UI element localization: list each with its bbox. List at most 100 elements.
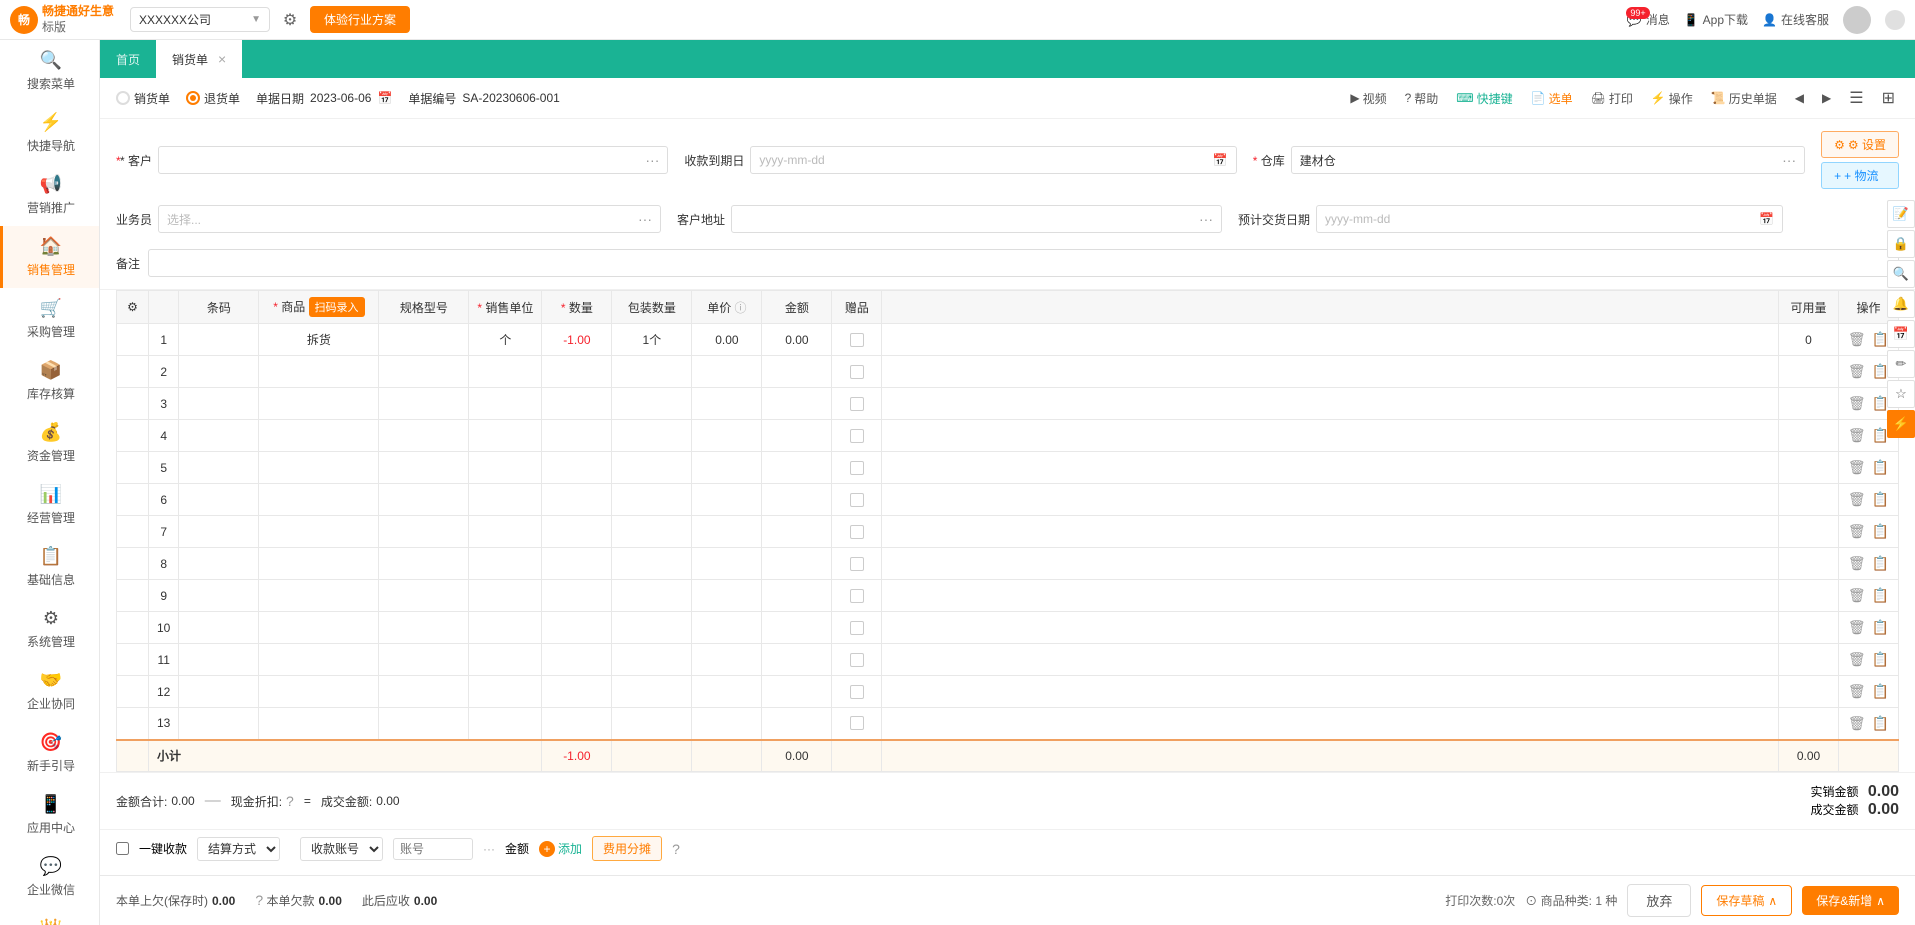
account-select[interactable]: 收款账号	[300, 837, 383, 861]
r2-pr[interactable]	[692, 356, 762, 388]
r5-copy[interactable]: 📋	[1872, 459, 1889, 476]
discard-button[interactable]: 放弃	[1627, 884, 1691, 917]
float-btn-1[interactable]: 📝	[1887, 200, 1915, 228]
sidebar-item-system[interactable]: ⚙ 系统管理	[0, 598, 99, 660]
customer-address-input[interactable]: ···	[731, 205, 1222, 233]
sidebar-item-inventory[interactable]: 📦 库存核算	[0, 350, 99, 412]
r2-sp[interactable]	[379, 356, 469, 388]
select-button[interactable]: 📄 选单	[1527, 88, 1577, 109]
payment-help-icon[interactable]: ?	[672, 841, 680, 857]
r2-del[interactable]: 🗑	[1848, 363, 1866, 380]
sidebar-item-enterprise[interactable]: 🤝 企业协同	[0, 660, 99, 722]
sidebar-item-wechat[interactable]: 💬 企业微信	[0, 846, 99, 908]
app-download-item[interactable]: 📱 App下载	[1684, 11, 1748, 28]
row1-pkgqty[interactable]: 1个	[612, 324, 692, 356]
r2-u[interactable]	[469, 356, 542, 388]
price-info-icon[interactable]: ⓘ	[735, 301, 747, 315]
receipt-date-input[interactable]: yyyy-mm-dd 📅	[750, 146, 1236, 174]
r4-del[interactable]: 🗑	[1848, 427, 1866, 444]
r12-copy[interactable]: 📋	[1872, 683, 1889, 700]
r6-copy[interactable]: 📋	[1872, 491, 1889, 508]
r9-copy[interactable]: 📋	[1872, 587, 1889, 604]
print-button[interactable]: 🖨 打印	[1587, 88, 1637, 109]
settings-gear-button[interactable]: ⚙	[276, 6, 304, 34]
sidebar-item-guide[interactable]: 🎯 新手引导	[0, 722, 99, 784]
float-btn-2[interactable]: 🔒	[1887, 230, 1915, 258]
tab-home[interactable]: 首页	[100, 40, 156, 78]
r2-q[interactable]	[542, 356, 612, 388]
receipt-calendar-icon[interactable]: 📅	[1213, 153, 1228, 167]
r10-copy[interactable]: 📋	[1872, 619, 1889, 636]
r2-b[interactable]	[179, 356, 259, 388]
logistics-button[interactable]: + + 物流	[1821, 162, 1899, 189]
online-support-item[interactable]: 👤 在线客服	[1762, 11, 1829, 28]
discount-help-icon[interactable]: ?	[286, 793, 294, 809]
nav-prev-button[interactable]: ◀	[1791, 89, 1808, 107]
sidebar-item-base[interactable]: 📋 基础信息	[0, 536, 99, 598]
row1-price[interactable]: 0.00	[692, 324, 762, 356]
row1-barcode[interactable]	[179, 324, 259, 356]
radio-sales-order[interactable]: 销货单	[116, 90, 170, 107]
float-btn-orange[interactable]: ⚡	[1887, 410, 1915, 438]
r2-pq[interactable]	[612, 356, 692, 388]
r9-del[interactable]: 🗑	[1848, 587, 1866, 604]
salesperson-input[interactable]: 选择... ···	[158, 205, 661, 233]
sidebar-item-search[interactable]: 🔍 搜索菜单	[0, 40, 99, 102]
float-btn-4[interactable]: 🔔	[1887, 290, 1915, 318]
r7-del[interactable]: 🗑	[1848, 523, 1866, 540]
sidebar-item-apps[interactable]: 📱 应用中心	[0, 784, 99, 846]
r11-copy[interactable]: 📋	[1872, 651, 1889, 668]
save-draft-button[interactable]: 保存草稿 ∧	[1701, 885, 1792, 916]
sidebar-item-funds[interactable]: 💰 资金管理	[0, 412, 99, 474]
row1-remark[interactable]	[882, 324, 1779, 356]
r12-del[interactable]: 🗑	[1848, 683, 1866, 700]
row1-delete-button[interactable]: 🗑	[1848, 331, 1866, 348]
r8-copy[interactable]: 📋	[1872, 555, 1889, 572]
float-btn-7[interactable]: ☆	[1887, 380, 1915, 408]
tab-close-button[interactable]: ×	[218, 51, 226, 67]
tab-sales-order[interactable]: 销货单 ×	[156, 40, 242, 78]
notes-input[interactable]	[148, 249, 1899, 277]
calendar-icon[interactable]: 📅	[377, 91, 392, 105]
settings-button[interactable]: ⚙ ⚙ 设置	[1821, 131, 1899, 158]
row1-gift-checkbox[interactable]	[850, 333, 864, 347]
settlement-method-select[interactable]: 结算方式	[197, 837, 280, 861]
video-button[interactable]: ▶ 视频	[1346, 88, 1390, 109]
row1-gift[interactable]	[832, 324, 882, 356]
radio-return-order[interactable]: 退货单	[186, 90, 240, 107]
sidebar-item-member[interactable]: 👑 畅会员	[0, 908, 99, 925]
nav-next-button[interactable]: ▶	[1818, 89, 1835, 107]
r13-copy[interactable]: 📋	[1872, 715, 1889, 732]
message-item[interactable]: 💬 99+ 消息	[1627, 11, 1670, 28]
row1-product[interactable]: 拆货	[259, 324, 379, 356]
r3-del[interactable]: 🗑	[1848, 395, 1866, 412]
r2-p[interactable]	[259, 356, 379, 388]
float-btn-5[interactable]: 📅	[1887, 320, 1915, 348]
grid-view-button[interactable]: ⊞	[1878, 86, 1899, 110]
save-new-button[interactable]: 保存&新增 ∧	[1802, 886, 1899, 915]
user-avatar[interactable]	[1843, 6, 1871, 34]
row1-unit[interactable]: 个	[469, 324, 542, 356]
account-input[interactable]	[393, 838, 473, 860]
shortcut-button[interactable]: ⌨ 快捷键	[1452, 88, 1516, 109]
row1-spec[interactable]	[379, 324, 469, 356]
r11-del[interactable]: 🗑	[1848, 651, 1866, 668]
sidebar-item-purchase[interactable]: 🛒 采购管理	[0, 288, 99, 350]
th-settings[interactable]: ⚙	[117, 291, 149, 324]
operate-button[interactable]: ⚡ 操作	[1647, 88, 1697, 109]
sidebar-item-business[interactable]: 📊 经营管理	[0, 474, 99, 536]
customer-input[interactable]: ···	[158, 146, 668, 174]
warehouse-input[interactable]: 建材仓 ···	[1291, 146, 1805, 174]
one-click-payment-checkbox[interactable]	[116, 842, 129, 855]
r6-del[interactable]: 🗑	[1848, 491, 1866, 508]
r2-g[interactable]	[832, 356, 882, 388]
r2-a[interactable]	[762, 356, 832, 388]
date-value[interactable]: 2023-06-06	[310, 91, 371, 105]
add-payment-button[interactable]: + 添加	[539, 840, 582, 857]
list-view-button[interactable]: ☰	[1845, 86, 1867, 110]
row1-amount[interactable]: 0.00	[762, 324, 832, 356]
expense-split-button[interactable]: 费用分摊	[592, 836, 662, 861]
row1-qty[interactable]: -1.00	[542, 324, 612, 356]
company-selector[interactable]: XXXXXX公司 ▼	[130, 7, 270, 32]
float-btn-3[interactable]: 🔍	[1887, 260, 1915, 288]
